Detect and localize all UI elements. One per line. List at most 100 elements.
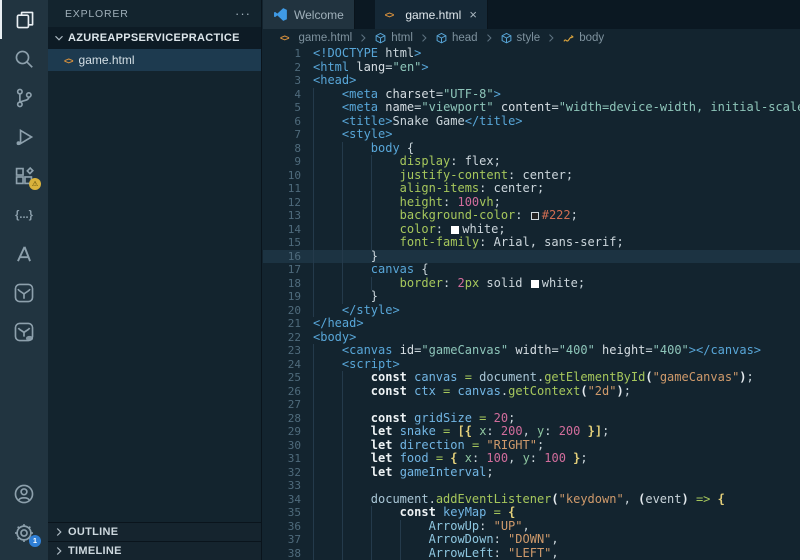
code-line[interactable]: 4 <meta charset="UTF-8"> [263, 87, 800, 101]
activity-account[interactable] [0, 474, 48, 513]
crumb-head[interactable]: head [435, 32, 478, 45]
line-number: 33 [287, 479, 301, 492]
project-folder-header[interactable]: AZUREAPPSERVICEPRACTICE [48, 27, 261, 49]
code-line[interactable]: 3 <head> [263, 73, 800, 88]
crumb-html[interactable]: html [374, 32, 413, 45]
code-text: color: white; [313, 222, 506, 236]
code-line[interactable]: 8 body { [263, 141, 800, 155]
notification-badge: 1 [29, 535, 41, 547]
color-swatch-white[interactable] [451, 225, 460, 234]
code-line[interactable]: 27 [263, 398, 800, 412]
cube-icon [500, 32, 513, 45]
code-line[interactable]: 28 const gridSize = 20; [263, 411, 800, 425]
code-line[interactable]: 6 <title>Snake Game</title> [263, 114, 800, 128]
line-number: 29 [287, 425, 301, 438]
code-line[interactable]: 21 </head> [263, 316, 800, 331]
code-text: } [313, 289, 378, 304]
activity-explorer[interactable] [0, 0, 48, 39]
line-number: 31 [287, 452, 301, 465]
code-text: let gameInterval; [313, 465, 494, 479]
code-line[interactable]: 1 <!DOCTYPE html> [263, 47, 800, 61]
code-text: const ctx = canvas.getContext("2d"); [313, 384, 631, 398]
more-actions-icon[interactable]: ··· [235, 6, 251, 21]
code-line[interactable]: 9 display: flex; [263, 154, 800, 169]
crumb-label: game.html [298, 32, 353, 44]
code-line[interactable]: 34 document.addEventListener("keydown", (… [263, 492, 800, 506]
code-line[interactable]: 18 border: 2px solid white; [263, 276, 800, 290]
activity-azure-service-1[interactable] [0, 273, 48, 312]
code-text: <!DOCTYPE html> [313, 47, 422, 60]
close-icon[interactable]: × [469, 8, 477, 21]
code-line[interactable]: 19} [263, 289, 800, 304]
code-line[interactable]: 10 justify-content: center; [263, 168, 800, 182]
line-number: 18 [287, 276, 301, 290]
cube-icon [374, 32, 387, 45]
code-line[interactable]: 38 ArrowLeft: "LEFT", [263, 546, 800, 560]
activity-source-control[interactable] [0, 78, 48, 117]
activity-azure[interactable] [0, 234, 48, 273]
code-line[interactable]: 37 ArrowDown: "DOWN", [263, 532, 800, 547]
code-text [313, 398, 371, 412]
code-line[interactable]: 26 const ctx = canvas.getContext("2d"); [263, 384, 800, 398]
code-line[interactable]: 30 let direction = "RIGHT"; [263, 438, 800, 452]
code-area[interactable]: 1 <!DOCTYPE html> 2 <html lang="en"> 3 <head>… [263, 47, 800, 560]
line-number: 5 [294, 101, 301, 114]
color-swatch-white[interactable] [530, 279, 539, 288]
tab-welcome[interactable]: Welcome [263, 0, 355, 29]
line-number: 30 [287, 438, 301, 452]
panel-timeline[interactable]: TIMELINE [48, 541, 261, 560]
color-swatch-dark[interactable] [530, 212, 539, 220]
code-line[interactable]: 12 height: 100vh; [263, 195, 800, 209]
crumb-style[interactable]: style [500, 32, 541, 45]
tab-game-html[interactable]: <> game.html × [374, 0, 488, 29]
line-number: 9 [294, 155, 301, 168]
code-line[interactable]: 14 color: white; [263, 222, 800, 236]
code-line[interactable]: 23 <canvas id="gameCanvas" width="400" he… [263, 343, 800, 358]
code-line[interactable]: 20 </style> [263, 303, 800, 317]
activity-run-debug[interactable] [0, 117, 48, 156]
code-text: align-items: center; [313, 181, 544, 196]
code-text: ArrowLeft: "LEFT", [313, 546, 559, 560]
project-folder-label: AZUREAPPSERVICEPRACTICE [68, 32, 240, 44]
code-line[interactable]: 11 align-items: center; [263, 181, 800, 196]
activity-search[interactable] [0, 39, 48, 78]
code-line[interactable]: 7 <style> [263, 127, 800, 142]
line-number: 27 [287, 398, 301, 411]
code-text: ArrowUp: "UP", [313, 519, 530, 533]
code-line[interactable]: 15 font-family: Arial, sans-serif; [263, 235, 800, 250]
code-text: font-family: Arial, sans-serif; [313, 235, 624, 250]
code-line[interactable]: 2 <html lang="en"> [263, 60, 800, 75]
code-line[interactable]: 22 <body> [263, 330, 800, 345]
code-line[interactable]: 13 background-color: #222; [263, 208, 800, 223]
activity-azure-service-2[interactable] [0, 312, 48, 351]
line-number: 19 [287, 290, 301, 303]
code-line[interactable]: 29 let snake = [{ x: 200, y: 200 }]; [263, 424, 800, 439]
code-line[interactable]: 24 <script> [263, 357, 800, 371]
code-line[interactable]: 25 const canvas = document.getElementById… [263, 370, 800, 385]
run-debug-icon [13, 126, 35, 148]
crumb-label: style [516, 32, 541, 44]
code-line[interactable]: 5 <meta name="viewport" content="width=de… [263, 100, 800, 115]
line-number: 34 [287, 492, 301, 506]
sidebar-title: EXPLORER [65, 7, 129, 20]
panel-outline[interactable]: OUTLINE [48, 522, 261, 541]
activity-settings[interactable]: 1 [0, 513, 48, 552]
crumb-game-html[interactable]: <> game.html [280, 32, 352, 44]
code-text: let food = { x: 100, y: 100 }; [313, 451, 588, 466]
code-line[interactable]: 36 ArrowUp: "UP", [263, 519, 800, 533]
code-text: height: 100vh; [313, 195, 501, 209]
file-item-game.html[interactable]: <> game.html [48, 49, 261, 71]
line-number: 6 [294, 114, 301, 128]
activity-extensions[interactable]: ⚠ [0, 156, 48, 195]
chevron-right-icon [52, 544, 66, 558]
code-line[interactable]: 17 canvas { [263, 262, 800, 277]
line-number: 16 [287, 249, 301, 263]
code-line[interactable]: 35 const keyMap = { [263, 505, 800, 520]
line-number: 26 [287, 384, 301, 398]
code-line[interactable]: 16} [263, 249, 800, 263]
crumb-body[interactable]: body [562, 32, 604, 45]
code-line[interactable]: 32 let gameInterval; [263, 465, 800, 479]
code-line[interactable]: 31 let food = { x: 100, y: 100 }; [263, 451, 800, 466]
activity-braces[interactable]: {...} [0, 195, 48, 234]
code-line[interactable]: 33 [263, 479, 800, 493]
